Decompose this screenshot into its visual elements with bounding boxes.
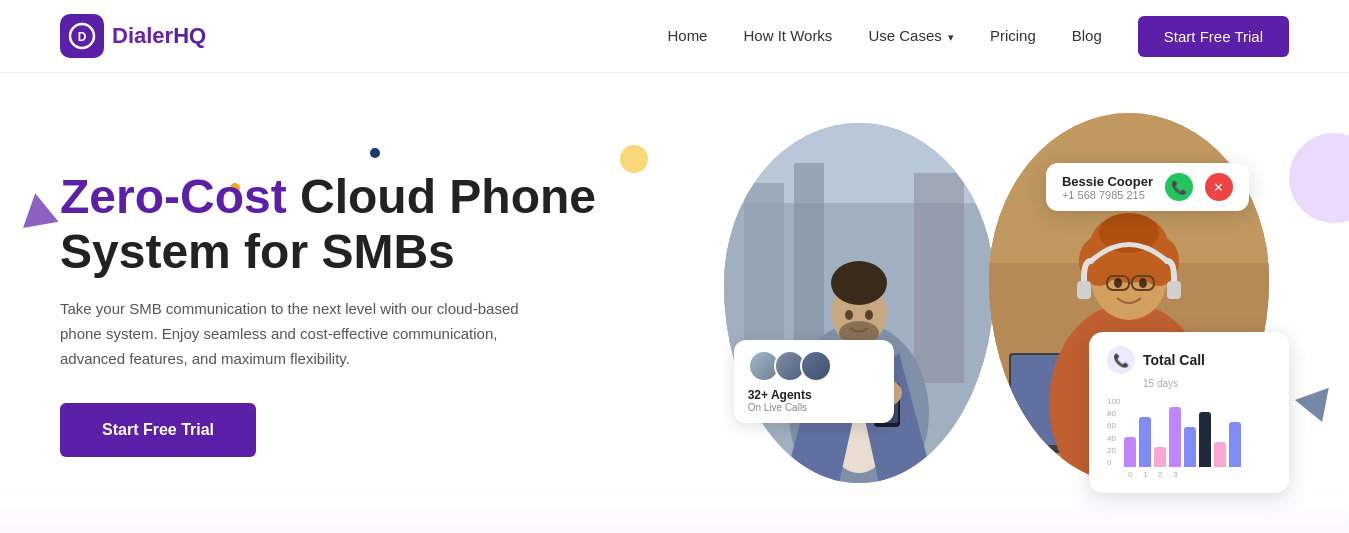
navbar: D DialerHQ Home How It Works Use Cases ▾… bbox=[0, 0, 1349, 73]
agents-count: 32+ Agents bbox=[748, 388, 880, 402]
call-card-info: Bessie Cooper +1 568 7985 215 bbox=[1062, 174, 1153, 201]
bar-1 bbox=[1124, 437, 1136, 467]
svg-rect-36 bbox=[1167, 281, 1181, 299]
deco-triangle-right bbox=[1295, 388, 1339, 429]
svg-point-34 bbox=[1139, 278, 1147, 288]
deco-circle-purple bbox=[1289, 133, 1349, 223]
nav-links: Home How It Works Use Cases ▾ Pricing Bl… bbox=[667, 16, 1289, 57]
deco-triangle-left bbox=[17, 190, 58, 228]
svg-text:D: D bbox=[78, 30, 87, 44]
chart-bars bbox=[1124, 397, 1241, 467]
total-call-card: 📞 Total Call 15 days 100 80 60 40 20 0 bbox=[1089, 332, 1289, 493]
nav-pricing[interactable]: Pricing bbox=[990, 27, 1036, 45]
agents-status: On Live Calls bbox=[748, 402, 880, 413]
svg-point-15 bbox=[865, 310, 873, 320]
svg-point-13 bbox=[831, 261, 887, 305]
hero-cta-button[interactable]: Start Free Trial bbox=[60, 403, 256, 457]
nav-use-cases[interactable]: Use Cases ▾ bbox=[868, 27, 954, 45]
chart-y-labels: 100 80 60 40 20 0 bbox=[1107, 397, 1120, 467]
total-call-header: 📞 Total Call bbox=[1107, 346, 1271, 374]
logo-text: DialerHQ bbox=[112, 23, 206, 49]
bar-8 bbox=[1229, 422, 1241, 467]
nav-blog[interactable]: Blog bbox=[1072, 27, 1102, 45]
accept-call-button[interactable]: 📞 bbox=[1165, 173, 1193, 201]
nav-home[interactable]: Home bbox=[667, 27, 707, 45]
hero-heading-highlight: Zero-Cost bbox=[60, 170, 287, 223]
call-card: Bessie Cooper +1 568 7985 215 📞 ✕ bbox=[1046, 163, 1249, 211]
decline-call-button[interactable]: ✕ bbox=[1205, 173, 1233, 201]
bar-6 bbox=[1199, 412, 1211, 467]
total-call-subtitle: 15 days bbox=[1143, 378, 1271, 389]
bar-2 bbox=[1139, 417, 1151, 467]
logo-icon: D bbox=[60, 14, 104, 58]
svg-rect-35 bbox=[1077, 281, 1091, 299]
logo[interactable]: D DialerHQ bbox=[60, 14, 206, 58]
nav-cta[interactable]: Start Free Trial bbox=[1138, 16, 1289, 57]
deco-dot-navy bbox=[370, 148, 380, 158]
hero-image-man bbox=[724, 123, 994, 483]
agents-avatars bbox=[748, 350, 880, 382]
caller-name: Bessie Cooper bbox=[1062, 174, 1153, 189]
agents-card: 32+ Agents On Live Calls bbox=[734, 340, 894, 423]
bar-3 bbox=[1154, 447, 1166, 467]
phone-icon: 📞 bbox=[1107, 346, 1135, 374]
bar-5 bbox=[1184, 427, 1196, 467]
total-call-title: Total Call bbox=[1143, 352, 1205, 368]
caller-number: +1 568 7985 215 bbox=[1062, 189, 1153, 201]
logo-part1: Dialer bbox=[112, 23, 173, 48]
bar-7 bbox=[1214, 442, 1226, 467]
logo-part2: HQ bbox=[173, 23, 206, 48]
hero-description: Take your SMB communication to the next … bbox=[60, 297, 560, 371]
hero-content: Zero-Cost Cloud Phone System for SMBs Ta… bbox=[60, 169, 724, 458]
svg-point-33 bbox=[1114, 278, 1122, 288]
chart-x-labels: 0 1 2 3 bbox=[1124, 470, 1241, 479]
bar-4 bbox=[1169, 407, 1181, 467]
svg-point-14 bbox=[845, 310, 853, 320]
chevron-down-icon: ▾ bbox=[948, 31, 954, 43]
hero-images: Bessie Cooper +1 568 7985 215 📞 ✕ 32+ Ag… bbox=[724, 103, 1289, 523]
svg-rect-7 bbox=[914, 173, 964, 383]
agent-avatar-3 bbox=[800, 350, 832, 382]
nav-how-it-works[interactable]: How It Works bbox=[743, 27, 832, 45]
hero-heading: Zero-Cost Cloud Phone System for SMBs bbox=[60, 169, 704, 279]
hero-section: Zero-Cost Cloud Phone System for SMBs Ta… bbox=[0, 73, 1349, 533]
